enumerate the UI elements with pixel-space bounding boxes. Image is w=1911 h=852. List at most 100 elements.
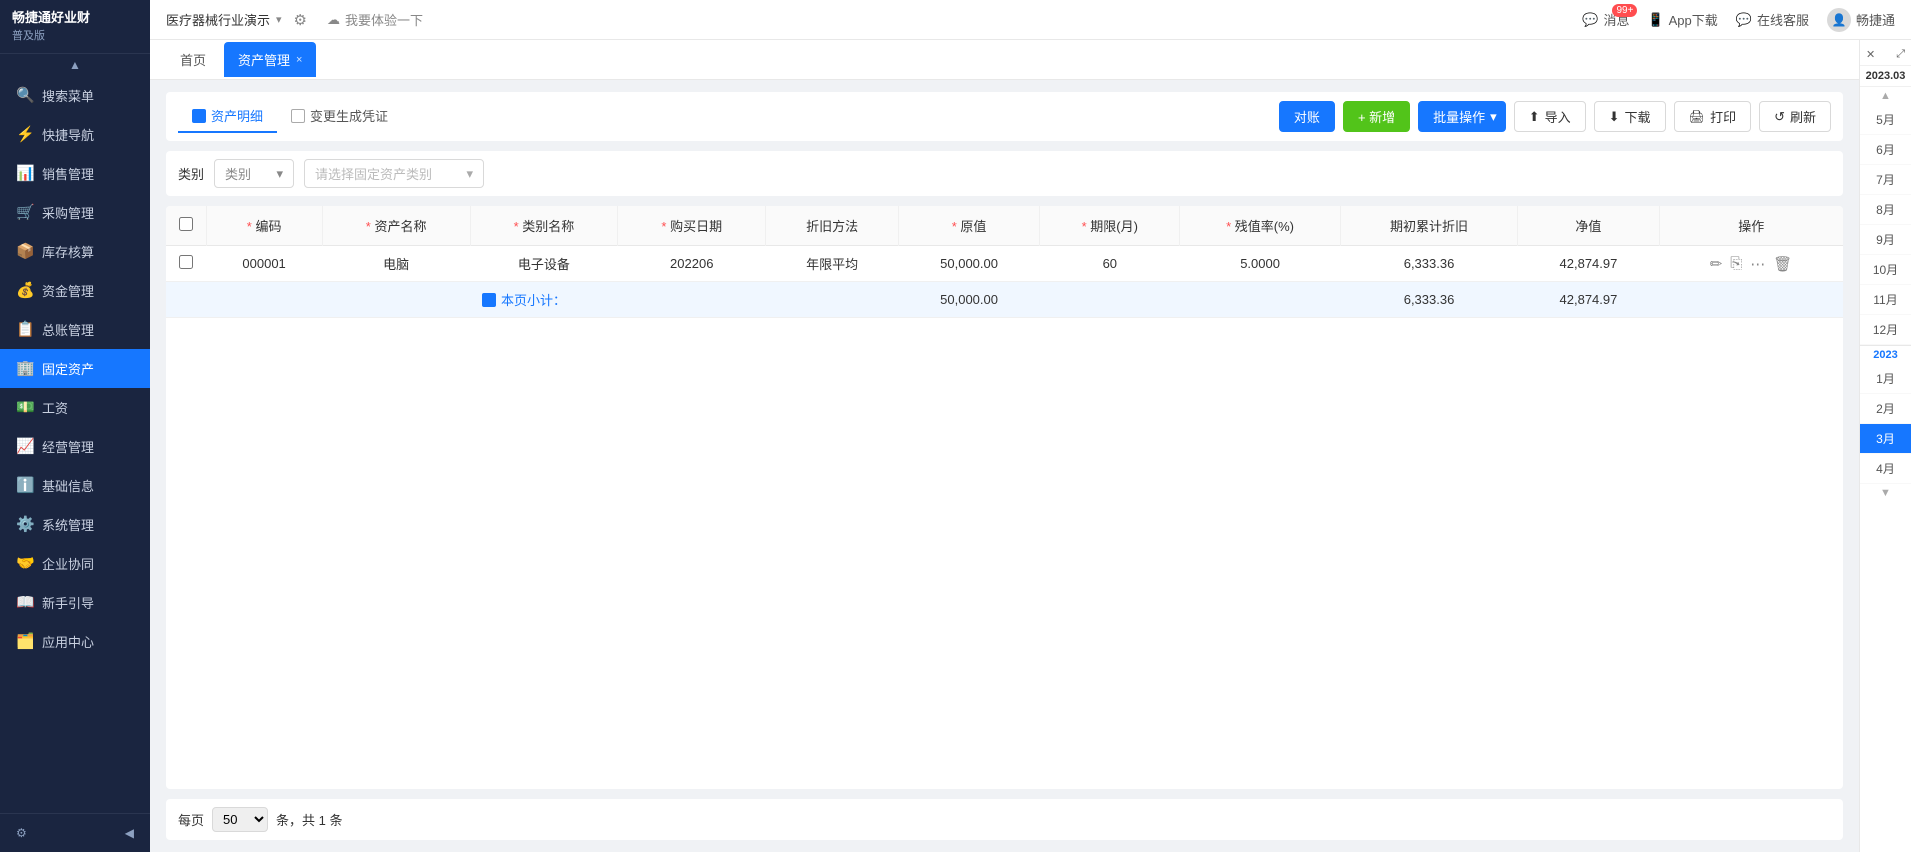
tab-home-label: 首页 [180,53,206,68]
system-icon: ⚙️ [16,515,34,533]
delete-icon[interactable]: 🗑 [1773,255,1792,273]
col-purchase-date-label: 购买日期 [670,219,722,234]
sidebar-item-quick-nav[interactable]: ⚡ 快捷导航 [0,115,150,154]
filter-asset-type-input[interactable]: 请选择固定资产类别 ▾ [304,159,484,188]
month-6[interactable]: 6月 [1860,135,1911,165]
sidebar-item-operations[interactable]: 📈 经营管理 [0,427,150,466]
print-button[interactable]: 🖨 打印 [1674,101,1752,132]
right-panel-scroll-up[interactable]: ▲ [1877,87,1894,105]
batch-button[interactable]: 批量操作 ▾ [1418,101,1506,132]
sidebar-label: 新手引导 [42,593,94,612]
filter-category-select[interactable]: 类别 ▾ [214,159,294,188]
col-period-label: 期限(月) [1090,219,1138,234]
sales-icon: 📊 [16,164,34,182]
sidebar-item-basic-info[interactable]: ℹ️ 基础信息 [0,466,150,505]
toolbar-tabs: 资产明细 变更生成凭证 [178,100,402,133]
online-service-button[interactable]: 💬 在线客服 [1736,10,1809,29]
tab-asset-management[interactable]: 资产管理 × [224,42,316,77]
month-9[interactable]: 9月 [1860,225,1911,255]
experience-button[interactable]: ☁ 我要体验一下 [327,10,423,29]
sidebar-item-payroll[interactable]: 💵 工资 [0,388,150,427]
tab-change-voucher[interactable]: 变更生成凭证 [277,100,402,133]
subtotal-label: 本页小计： [482,290,754,309]
download-button[interactable]: ⬇ 下载 [1594,101,1666,132]
sidebar-item-search[interactable]: 🔍 搜索菜单 [0,76,150,115]
filter-input-arrow-icon: ▾ [466,166,473,182]
sidebar-item-ledger[interactable]: 📋 总账管理 [0,310,150,349]
basicinfo-icon: ℹ️ [16,476,34,494]
sidebar-label: 搜索菜单 [42,86,94,105]
sidebar-item-purchase[interactable]: 🛒 采购管理 [0,193,150,232]
col-category: * 类别名称 [470,206,618,246]
row-checkbox[interactable] [179,255,193,269]
row-depreciation: 年限平均 [766,246,899,282]
select-all-checkbox[interactable] [179,217,193,231]
filter-select-text: 类别 [225,164,251,183]
page-content: 首页 资产管理 × 资产明细 [150,40,1859,852]
tab-bar: 首页 资产管理 × [150,40,1859,80]
month-4[interactable]: 4月 [1860,454,1911,484]
sidebar-scroll-up[interactable]: ▲ [0,54,150,76]
sidebar-label: 应用中心 [42,632,94,651]
month-7[interactable]: 7月 [1860,165,1911,195]
reconcile-button[interactable]: 对账 [1279,101,1335,132]
right-panel-close-icon[interactable]: ✕ [1866,48,1875,61]
month-11[interactable]: 11月 [1860,285,1911,315]
month-1[interactable]: 1月 [1860,364,1911,394]
sidebar-item-fixed-assets[interactable]: 🏢 固定资产 [0,349,150,388]
new-label: + 新增 [1358,107,1395,126]
sidebar-item-guide[interactable]: 📖 新手引导 [0,583,150,622]
new-button[interactable]: + 新增 [1343,101,1410,132]
col-actions-label: 操作 [1738,219,1764,234]
copy-icon[interactable]: ⎘ [1730,255,1742,272]
toolbar-actions: 对账 + 新增 批量操作 ▾ ⬆ 导入 [1279,101,1831,132]
collapse-icon[interactable]: ◀ [121,822,138,844]
message-icon: 💬 [1582,12,1598,28]
purchase-icon: 🛒 [16,203,34,221]
sidebar-item-funds[interactable]: 💰 资金管理 [0,271,150,310]
tab-close-icon[interactable]: × [296,54,302,66]
subtotal-empty-1 [166,282,206,318]
right-panel-expand-icon[interactable]: ⤢ [1896,48,1905,61]
tab-asset-detail[interactable]: 资产明细 [178,100,277,133]
per-page-select[interactable]: 50 100 200 [212,807,268,832]
import-button[interactable]: ⬆ 导入 [1514,101,1586,132]
col-name: * 资产名称 [322,206,470,246]
app-download-button[interactable]: 📱 App下载 [1647,10,1717,29]
user-menu[interactable]: 👤 畅捷通 [1827,8,1895,32]
right-panel-scroll-down[interactable]: ▼ [1877,484,1894,502]
sidebar-item-app-center[interactable]: 🗂️ 应用中心 [0,622,150,661]
sidebar-item-inventory[interactable]: 📦 库存核算 [0,232,150,271]
subtotal-empty-6 [1180,282,1340,318]
row-actions-cell: ✏ ⎘ ⋯ 🗑 [1659,246,1843,282]
user-name: 畅捷通 [1856,10,1895,29]
more-icon[interactable]: ⋯ [1750,255,1765,273]
refresh-button[interactable]: ↺ 刷新 [1759,101,1831,132]
col-name-label: 资产名称 [374,219,426,234]
col-residual-rate-label: 残值率(%) [1235,219,1294,234]
app-title: 畅捷通好业财 [12,10,90,27]
month-2[interactable]: 2月 [1860,394,1911,424]
month-3-current[interactable]: 3月 [1860,424,1911,454]
topbar-gear-icon[interactable]: ⚙ [294,11,307,29]
sidebar-item-system[interactable]: ⚙️ 系统管理 [0,505,150,544]
print-label: 打印 [1710,107,1736,126]
month-5[interactable]: 5月 [1860,105,1911,135]
sidebar-label: 工资 [42,398,68,417]
sidebar-item-enterprise[interactable]: 🤝 企业协同 [0,544,150,583]
month-10[interactable]: 10月 [1860,255,1911,285]
settings-bottom-icon[interactable]: ⚙ [12,822,31,844]
sidebar-item-sales[interactable]: 📊 销售管理 [0,154,150,193]
col-net-value-label: 净值 [1575,219,1601,234]
month-8[interactable]: 8月 [1860,195,1911,225]
tab-home[interactable]: 首页 [166,42,220,77]
message-button[interactable]: 💬 消息 99+ [1582,10,1629,29]
payroll-icon: 💵 [16,398,34,416]
row-name: 电脑 [322,246,470,282]
sidebar-label: 快捷导航 [42,125,94,144]
batch-label: 批量操作 [1433,107,1485,126]
month-12[interactable]: 12月 [1860,315,1911,345]
edit-icon[interactable]: ✏ [1710,255,1723,273]
company-selector[interactable]: 医疗器械行业演示 ▾ [166,10,282,29]
sidebar-logo: 畅捷通好业财 普及版 [0,0,150,54]
